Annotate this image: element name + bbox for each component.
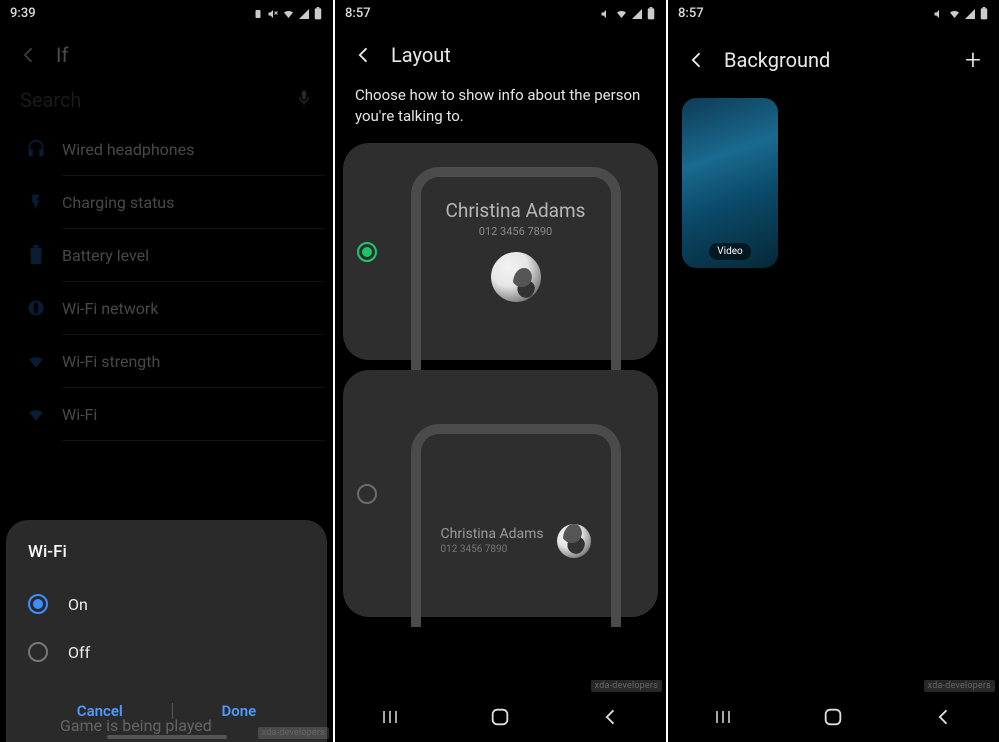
layout-preview: Christina Adams 012 3456 7890 (411, 424, 621, 599)
contact-number: 012 3456 7890 (479, 225, 552, 238)
list-item-label: Wi-Fi network (62, 299, 158, 318)
page-title: Background (724, 48, 830, 72)
status-time: 8:57 (345, 6, 371, 21)
nav-bar (335, 692, 666, 742)
list-item[interactable]: Charging status (8, 176, 325, 228)
header: Background + (668, 25, 999, 90)
contact-name: Christina Adams (446, 199, 586, 222)
layout-option-large[interactable]: Christina Adams 012 3456 7890 (343, 143, 658, 360)
wifi-strength-icon (20, 352, 52, 370)
wifi-icon (615, 8, 628, 20)
back-icon[interactable] (353, 44, 375, 66)
mute-icon (267, 8, 279, 20)
contact-name: Christina Adams (441, 526, 544, 542)
wifi-icon (282, 8, 295, 20)
list-item[interactable]: Wired headphones (8, 123, 325, 175)
cancel-button[interactable]: Cancel (59, 694, 141, 728)
status-icons (252, 7, 323, 20)
recents-button[interactable] (360, 700, 420, 734)
home-button[interactable] (803, 700, 863, 734)
signal-icon (631, 8, 643, 20)
status-icons (933, 7, 989, 20)
background-grid: Video (668, 90, 999, 276)
layout-description: Choose how to show info about the person… (335, 81, 666, 143)
list-item[interactable]: Wi-Fi network (8, 282, 325, 334)
radio-option-off[interactable]: Off (28, 628, 305, 676)
list-item-label: Wi-Fi (62, 405, 97, 424)
background-thumbnail[interactable]: Video (682, 98, 778, 268)
search-input[interactable] (20, 88, 295, 112)
home-button[interactable] (470, 700, 530, 734)
back-icon[interactable] (18, 44, 40, 66)
list-item[interactable]: Battery level (8, 229, 325, 281)
vibrate-icon (252, 8, 264, 20)
radio-icon (357, 484, 377, 504)
option-label: On (68, 595, 88, 614)
status-bar: 8:57 (668, 0, 999, 25)
wifi-icon (20, 405, 52, 423)
status-bar: 8:57 (335, 0, 666, 25)
gesture-handle[interactable] (107, 735, 227, 739)
headphones-icon (20, 139, 52, 159)
sheet-title: Wi-Fi (28, 542, 305, 562)
nav-back-button[interactable] (581, 700, 641, 734)
list-item-label: Wi-Fi strength (62, 352, 160, 371)
status-bar: 9:39 (0, 0, 333, 25)
back-icon[interactable] (686, 49, 708, 71)
status-icons (600, 7, 656, 20)
layout-options: Christina Adams 012 3456 7890 Christina … (335, 143, 666, 627)
screen-background: 8:57 Background + Video xda-developers (666, 0, 999, 742)
contact-number: 012 3456 7890 (441, 544, 544, 555)
radio-icon (28, 642, 48, 662)
header: Layout (335, 25, 666, 81)
wifi-icon (948, 8, 961, 20)
wifi-network-icon (20, 298, 52, 318)
add-button[interactable]: + (965, 43, 981, 76)
status-time: 8:57 (678, 6, 704, 21)
thumb-badge: Video (709, 243, 750, 260)
layout-preview: Christina Adams 012 3456 7890 (411, 167, 621, 342)
conditions-list: Wired headphones Charging status Battery… (0, 123, 333, 441)
list-item[interactable]: Wi-Fi strength (8, 335, 325, 387)
mute-icon (933, 8, 945, 20)
screen-if-condition: 9:39 If Wired headphones Charging status (0, 0, 333, 742)
page-title: If (56, 43, 68, 67)
list-item-label: Wired headphones (62, 140, 194, 159)
radio-option-on[interactable]: On (28, 580, 305, 628)
watermark: xda-developers (924, 680, 995, 692)
avatar (491, 252, 541, 302)
watermark: xda-developers (258, 727, 329, 739)
divider (172, 703, 173, 719)
avatar (557, 524, 591, 558)
battery-icon (646, 7, 656, 20)
layout-option-small[interactable]: Christina Adams 012 3456 7890 (343, 370, 658, 617)
mute-icon (600, 8, 612, 20)
signal-icon (298, 8, 310, 20)
page-title: Layout (391, 43, 451, 67)
battery-icon (313, 7, 323, 20)
voice-icon[interactable] (295, 87, 313, 113)
screen-layout: 8:57 Layout Choose how to show info abou… (333, 0, 666, 742)
nav-bar (668, 692, 999, 742)
signal-icon (964, 8, 976, 20)
recents-button[interactable] (693, 700, 753, 734)
radio-icon (357, 242, 377, 262)
list-item-label: Charging status (62, 193, 174, 212)
watermark: xda-developers (591, 680, 662, 692)
search-row (0, 81, 333, 123)
wifi-bottom-sheet: Wi-Fi On Off Cancel Done Game is being p… (6, 520, 327, 742)
option-label: Off (68, 643, 90, 662)
done-button[interactable]: Done (203, 694, 274, 728)
battery-icon (20, 245, 52, 265)
bolt-icon (20, 192, 52, 212)
list-item-label: Battery level (62, 246, 149, 265)
nav-back-button[interactable] (914, 700, 974, 734)
status-time: 9:39 (10, 6, 36, 21)
header: If (0, 25, 333, 81)
list-item[interactable]: Wi-Fi (8, 388, 325, 440)
radio-icon (28, 594, 48, 614)
battery-icon (979, 7, 989, 20)
